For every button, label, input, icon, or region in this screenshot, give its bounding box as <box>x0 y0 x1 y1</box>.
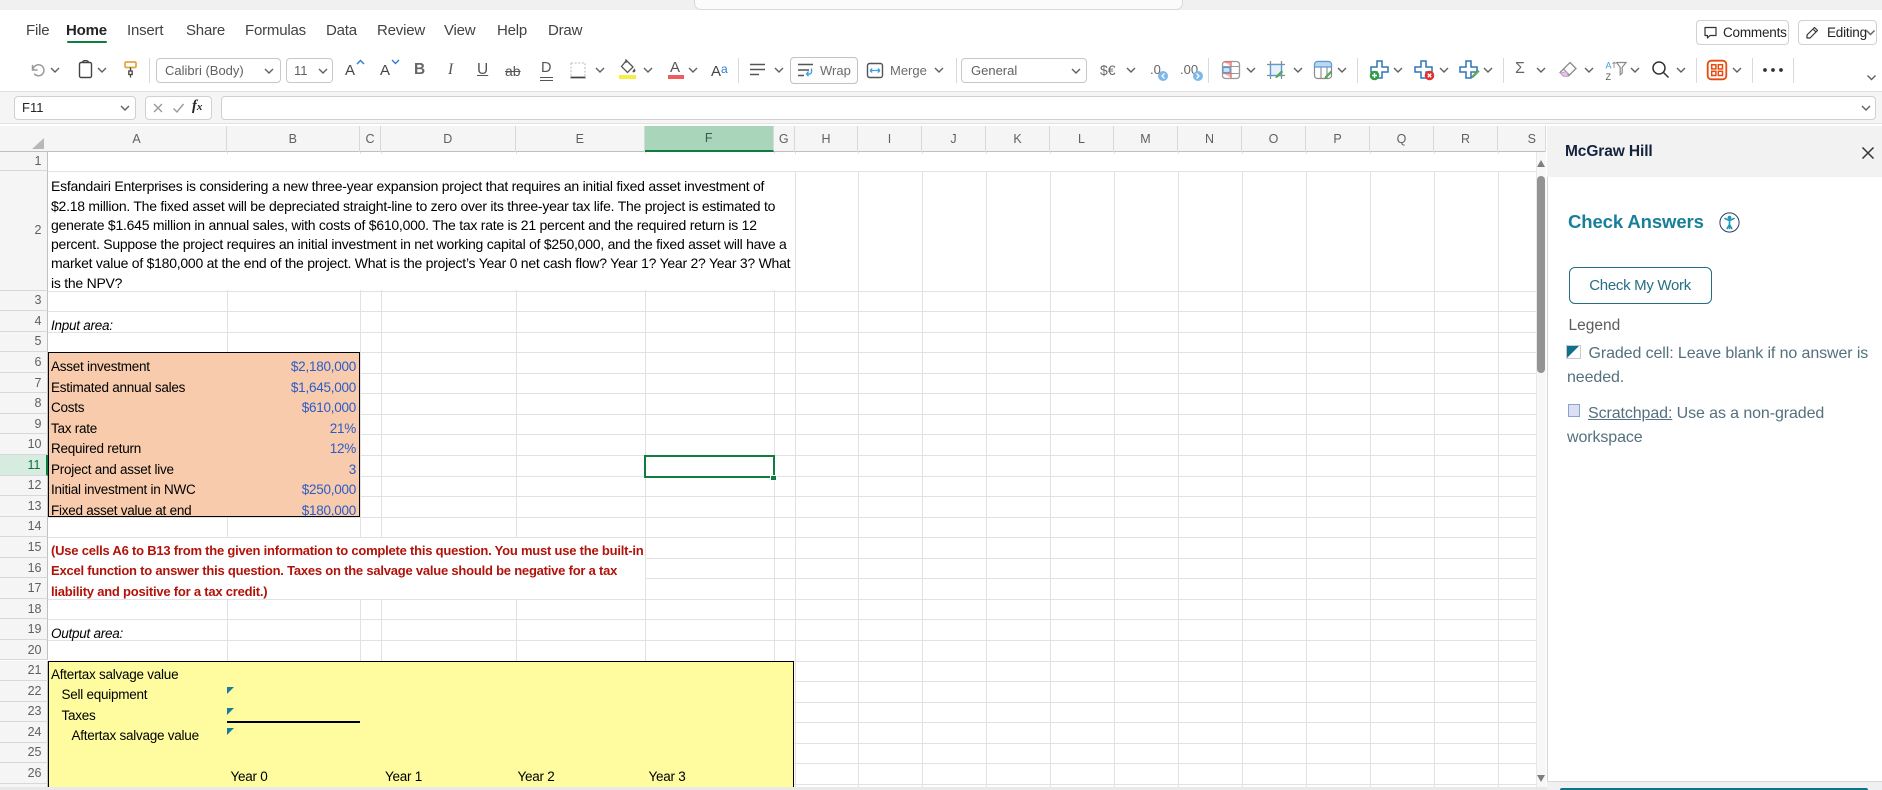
svg-text:A: A <box>1606 61 1612 71</box>
svg-text:Z: Z <box>1606 72 1612 81</box>
